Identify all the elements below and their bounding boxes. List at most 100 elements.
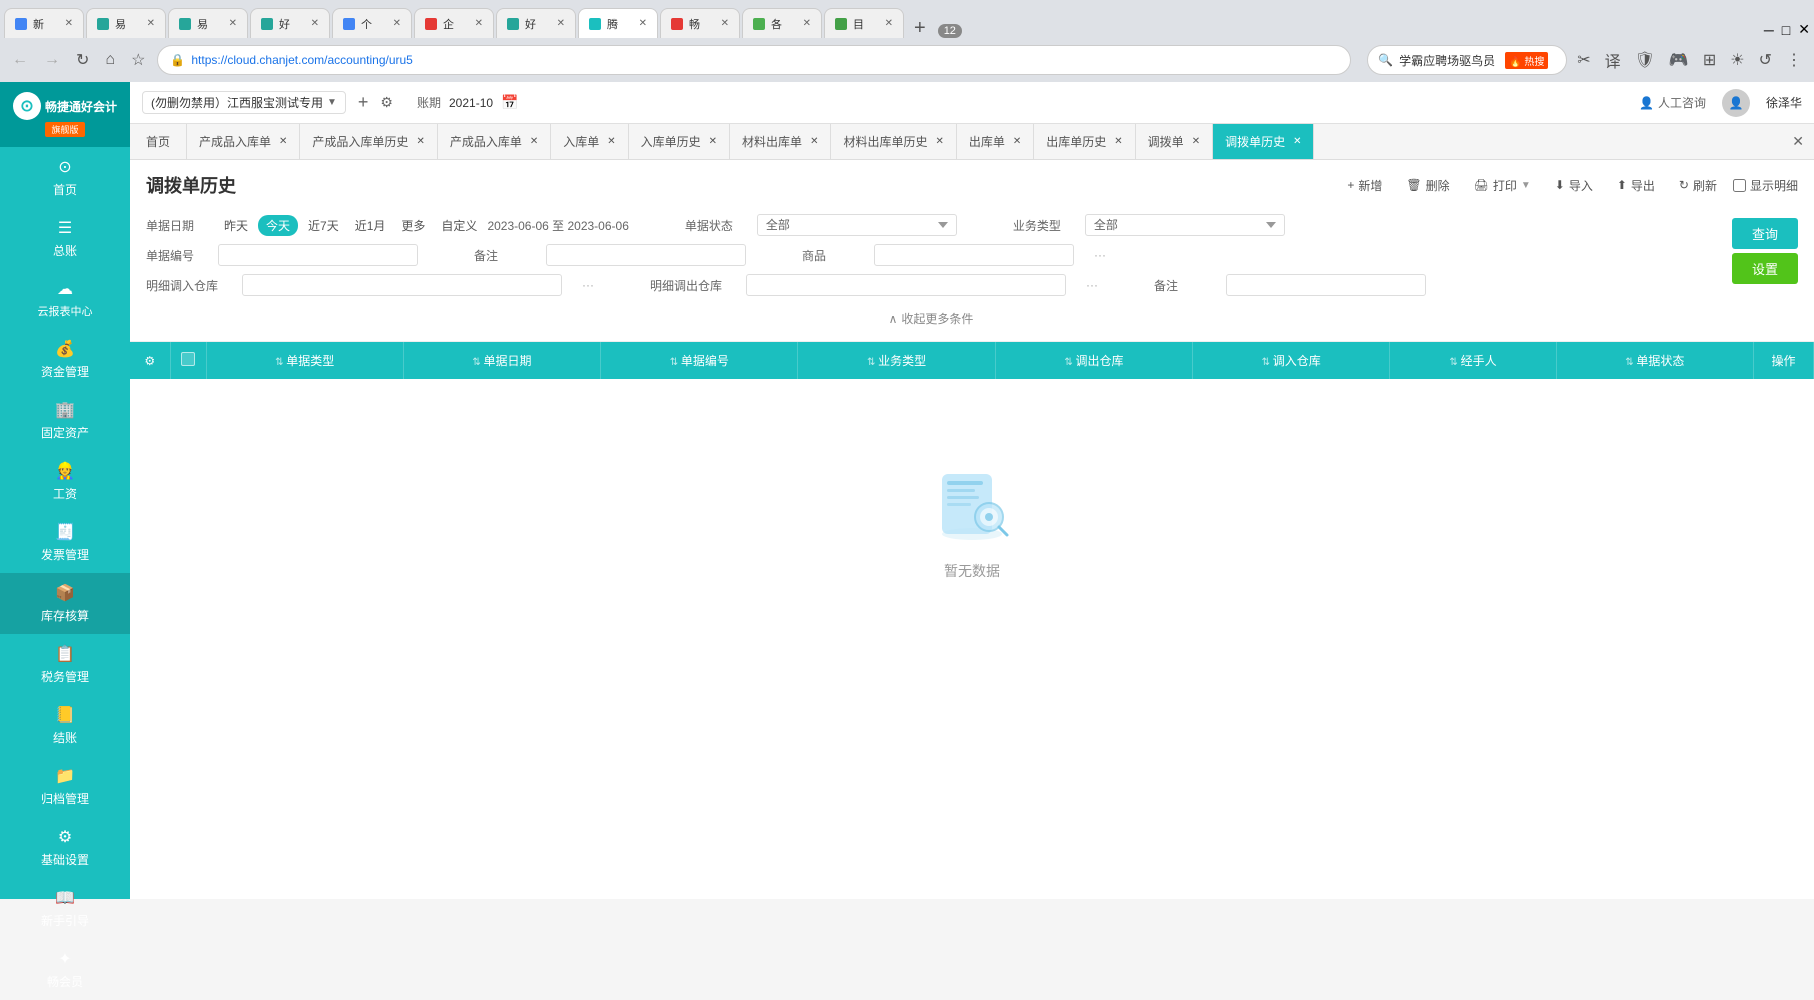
tab-close-icon[interactable]: ✕ [1013,136,1021,147]
header-checkbox[interactable] [181,352,195,366]
tab-home[interactable]: 首页 [130,124,187,160]
date-yesterday-button[interactable]: 昨天 [218,215,254,236]
new-button[interactable]: + 新增 [1339,173,1390,198]
th-doc-num[interactable]: ⇅ 单据编号 [601,342,798,379]
doc-num-input[interactable] [218,244,418,266]
browser-tab-11[interactable]: 目 ✕ [824,8,904,38]
scissors-button[interactable]: ✂ [1573,46,1594,74]
print-button[interactable]: 🖨 打印 ▼ [1466,173,1539,198]
collapse-button[interactable]: ∧ 收起更多条件 [889,310,974,327]
tab-finished-in-history[interactable]: 产成品入库单历史 ✕ [300,124,437,160]
browser-tab-5[interactable]: 个 ✕ [332,8,412,38]
th-handler[interactable]: ⇅ 经手人 [1390,342,1556,379]
th-in-warehouse[interactable]: ⇅ 调入仓库 [1193,342,1390,379]
game-button[interactable]: 🎮 [1665,46,1693,74]
goods-input[interactable] [874,244,1074,266]
tab-close-icon[interactable]: ✕ [1192,136,1200,147]
back-button[interactable]: ← [8,47,32,73]
tab-close-icon[interactable]: ✕ [530,136,538,147]
sidebar-item-home[interactable]: ⊙ 首页 [0,147,130,208]
sidebar-item-cloud-report[interactable]: ☁ 云报表中心 [0,269,130,329]
th-doc-status[interactable]: ⇅ 单据状态 [1556,342,1753,379]
tab-close-icon[interactable]: ✕ [639,18,647,29]
close-all-tabs-button[interactable]: ✕ [1782,133,1814,150]
sidebar-item-member[interactable]: ✦ 畅会员 [0,939,130,1000]
tab-material-out[interactable]: 材料出库单 ✕ [730,124,831,160]
tab-close-icon[interactable]: ✕ [935,136,943,147]
close-button[interactable]: ✕ [1798,21,1810,38]
sidebar-item-basic-settings[interactable]: ⚙ 基础设置 [0,817,130,878]
detail-in-input[interactable] [242,274,562,296]
query-button[interactable]: 查询 [1732,218,1798,249]
home-button[interactable]: ⌂ [101,47,119,73]
th-gear[interactable]: ⚙ [130,342,170,379]
translate-button[interactable]: 译 [1601,44,1625,76]
add-company-button[interactable]: + [354,92,373,113]
sidebar-item-fund[interactable]: 💰 资金管理 [0,329,130,390]
sidebar-item-beginner[interactable]: 📖 新手引导 [0,878,130,939]
bookmark-button[interactable]: ☆ [127,46,149,74]
tab-close-icon[interactable]: ✕ [709,136,717,147]
tab-close-icon[interactable]: ✕ [393,18,401,29]
tab-close-icon[interactable]: ✕ [311,18,319,29]
reload-button[interactable]: ↻ [72,46,93,74]
tab-close-icon[interactable]: ✕ [416,136,424,147]
tab-finished-in[interactable]: 产成品入库单 ✕ [187,124,300,160]
tab-transfer-history[interactable]: 调拨单历史 ✕ [1213,124,1314,160]
import-button[interactable]: ⬇ 导入 [1547,173,1601,198]
display-checkbox[interactable] [1733,179,1746,192]
tab-finished-in-2[interactable]: 产成品入库单 ✕ [438,124,551,160]
biz-type-select[interactable]: 全部 [1085,214,1285,236]
tab-in-order[interactable]: 入库单 ✕ [551,124,628,160]
maximize-button[interactable]: □ [1782,22,1790,38]
tab-close-icon[interactable]: ✕ [279,136,287,147]
tab-close-icon[interactable]: ✕ [803,18,811,29]
date-7days-button[interactable]: 近7天 [302,215,345,236]
tab-material-out-history[interactable]: 材料出库单历史 ✕ [831,124,956,160]
browser-tab-2[interactable]: 易 ✕ [86,8,166,38]
goods-dots-button[interactable]: ··· [1094,248,1106,262]
user-service-button[interactable]: 👤 人工咨询 [1639,94,1706,111]
tab-close-icon[interactable]: ✕ [810,136,818,147]
tab-close-icon[interactable]: ✕ [229,18,237,29]
note-input[interactable] [1226,274,1426,296]
th-out-warehouse[interactable]: ⇅ 调出仓库 [995,342,1192,379]
tab-out-order-history[interactable]: 出库单历史 ✕ [1034,124,1135,160]
delete-button[interactable]: 🗑 删除 [1398,173,1457,198]
more-menu-button[interactable]: ⋮ [1782,46,1806,74]
browser-tab-3[interactable]: 易 ✕ [168,8,248,38]
th-checkbox[interactable] [170,342,206,379]
detail-in-dots-button[interactable]: ··· [582,278,594,292]
browser-tab-9[interactable]: 畅 ✕ [660,8,740,38]
date-more-button[interactable]: 更多 [395,215,431,236]
browser-tab-10[interactable]: 各 ✕ [742,8,822,38]
display-toggle[interactable]: 显示明细 [1733,177,1798,194]
tab-transfer[interactable]: 调拨单 ✕ [1136,124,1213,160]
tab-in-order-history[interactable]: 入库单历史 ✕ [629,124,730,160]
history-back-button[interactable]: ↺ [1755,46,1776,74]
tab-close-icon[interactable]: ✕ [475,18,483,29]
company-settings-button[interactable]: ⚙ [380,94,393,111]
address-text[interactable]: https://cloud.chanjet.com/accounting/uru… [191,53,1338,67]
new-tab-button[interactable]: + [906,18,934,38]
date-1month-button[interactable]: 近1月 [349,215,392,236]
tab-close-icon[interactable]: ✕ [1114,136,1122,147]
browser-tab-4[interactable]: 好 ✕ [250,8,330,38]
th-doc-type[interactable]: ⇅ 单据类型 [206,342,403,379]
settings-button[interactable]: 设置 [1732,253,1798,284]
sidebar-item-ledger[interactable]: ☰ 总账 [0,208,130,269]
sidebar-item-invoice[interactable]: 🧾 发票管理 [0,512,130,573]
export-button[interactable]: ⬆ 导出 [1609,173,1663,198]
detail-out-dots-button[interactable]: ··· [1086,278,1098,292]
browser-tab-1[interactable]: 新 ✕ [4,8,84,38]
refresh-button[interactable]: ↻ 刷新 [1671,173,1725,198]
detail-out-input[interactable] [746,274,1066,296]
remark-input[interactable] [546,244,746,266]
apps-button[interactable]: ⊞ [1699,46,1720,74]
minimize-button[interactable]: ─ [1764,22,1774,38]
browser-tab-8[interactable]: 腾 ✕ [578,8,658,38]
th-doc-date[interactable]: ⇅ 单据日期 [403,342,600,379]
sidebar-item-archive[interactable]: 📁 归档管理 [0,756,130,817]
gear-icon[interactable]: ⚙ [144,354,155,368]
calendar-icon[interactable]: 📅 [501,94,518,111]
